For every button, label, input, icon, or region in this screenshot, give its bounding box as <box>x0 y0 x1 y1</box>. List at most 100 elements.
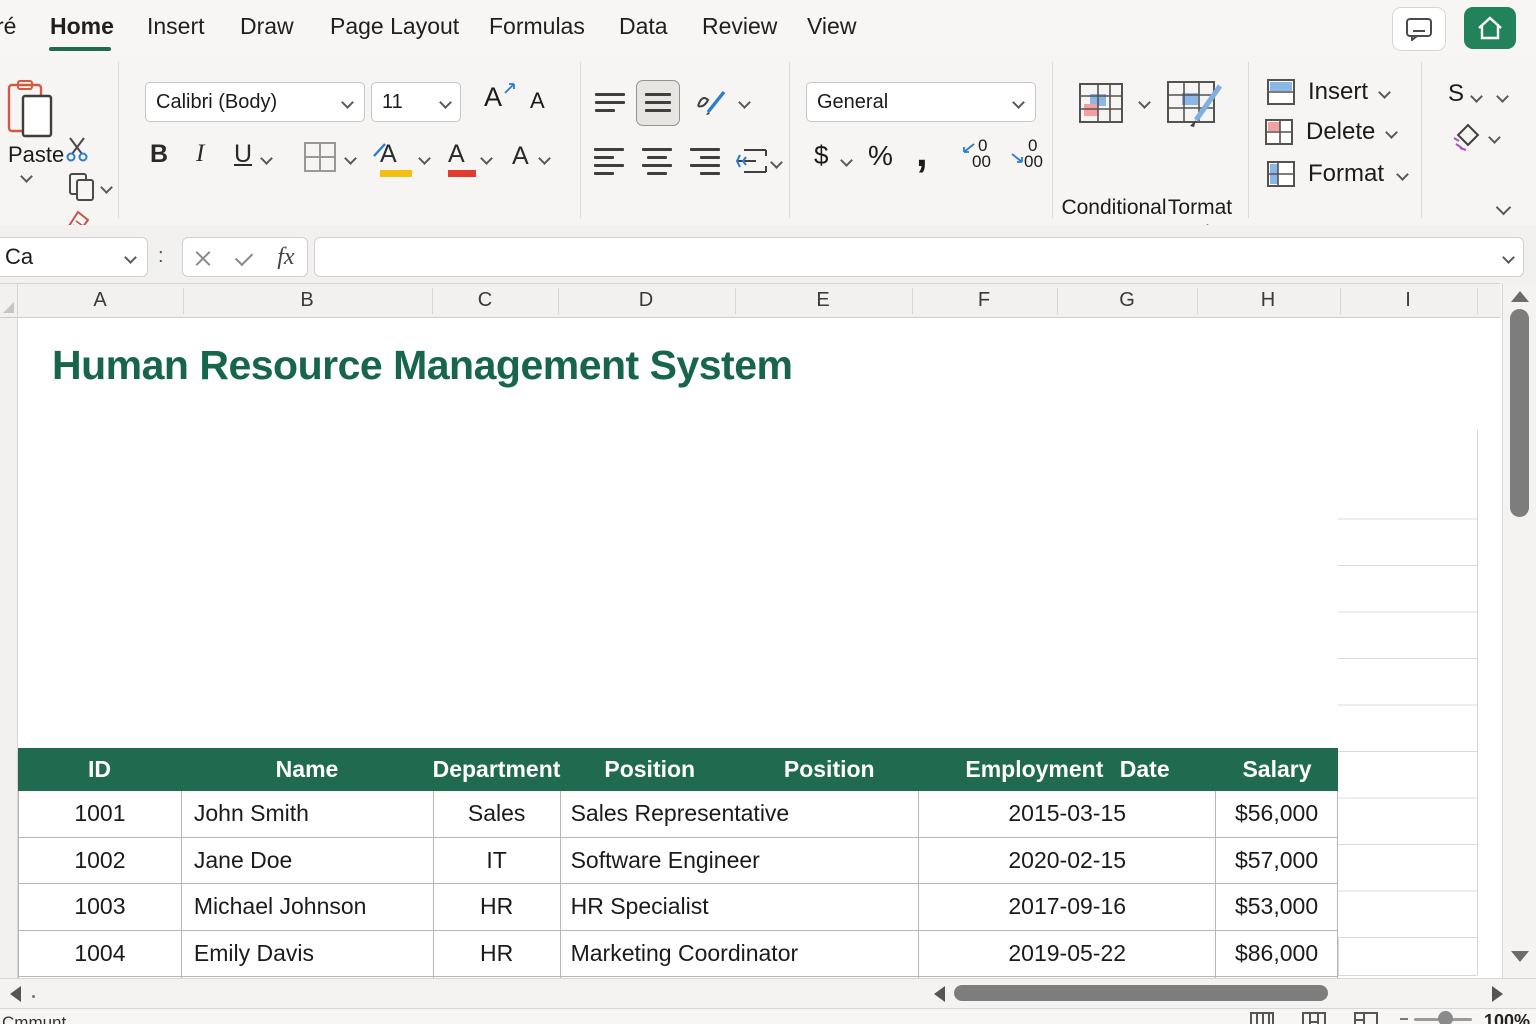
row-header-strip[interactable] <box>0 318 18 978</box>
cell-salary[interactable]: $53,000 <box>1216 884 1338 931</box>
borders-chevron[interactable] <box>344 152 357 165</box>
tab-review[interactable]: Review <box>702 13 777 40</box>
percent-button[interactable]: % <box>868 140 893 172</box>
top-align-icon[interactable] <box>594 92 628 116</box>
horizontal-scroll-thumb[interactable] <box>954 985 1328 1001</box>
orientation-icon[interactable] <box>694 84 728 118</box>
insert-cells-button[interactable]: Insert <box>1266 78 1391 106</box>
cell-name[interactable]: John Smith <box>181 791 434 838</box>
italic-button[interactable]: I <box>196 140 204 168</box>
cell-employment-date[interactable]: 2019-05-22 <box>919 930 1217 977</box>
column-header-c[interactable]: C <box>478 289 492 312</box>
font-color2-chevron[interactable] <box>538 152 551 165</box>
header-id[interactable]: ID <box>18 756 181 783</box>
font-color-chevron[interactable] <box>480 152 493 165</box>
cell-salary[interactable]: $86,000 <box>1216 930 1338 977</box>
align-left-icon[interactable] <box>594 148 628 176</box>
cell-department[interactable]: HR <box>433 884 561 931</box>
tab-page-layout[interactable]: Page Layout <box>330 13 459 40</box>
middle-align-button-selected[interactable] <box>636 80 680 126</box>
cell-employment-date[interactable]: 2020-02-15 <box>919 837 1217 884</box>
autosum-chevron[interactable] <box>1470 90 1483 103</box>
cell-name[interactable]: Emily Davis <box>181 930 434 977</box>
normal-view-icon[interactable] <box>1250 1012 1274 1024</box>
merge-center-icon[interactable] <box>736 146 770 176</box>
tab-formulas[interactable]: Formulas <box>489 13 585 40</box>
grow-font-button[interactable]: A <box>484 82 515 113</box>
zoom-slider-thumb[interactable] <box>1438 1011 1453 1024</box>
align-right-icon[interactable] <box>690 148 724 176</box>
header-name[interactable]: Name <box>181 756 433 783</box>
tab-draw[interactable]: Draw <box>240 13 294 40</box>
merge-chevron[interactable] <box>770 156 783 169</box>
tab-home[interactable]: Home <box>50 13 114 40</box>
borders-button-icon[interactable] <box>304 142 336 172</box>
header-position-1[interactable]: Position <box>560 756 740 783</box>
column-header-h[interactable]: H <box>1261 289 1275 312</box>
currency-chevron[interactable] <box>840 154 853 167</box>
cell-department[interactable]: IT <box>433 837 561 884</box>
column-header-b[interactable]: B <box>300 289 313 312</box>
column-header-d[interactable]: D <box>639 289 653 312</box>
name-box[interactable]: Ca <box>0 237 148 277</box>
sheet-tab-label[interactable]: Cmmunt <box>2 1013 66 1024</box>
page-layout-view-icon[interactable] <box>1302 1012 1326 1024</box>
delete-cells-button[interactable]: Delete <box>1264 118 1399 146</box>
scroll-down-arrow[interactable] <box>1511 951 1529 962</box>
cell-salary[interactable]: $57,000 <box>1216 837 1338 884</box>
underline-chevron[interactable] <box>260 152 273 165</box>
editing-chevron[interactable] <box>1496 90 1509 103</box>
conditional-formatting-button[interactable] <box>1076 82 1126 126</box>
increase-decimal-button[interactable]: 0 00 <box>962 136 1002 174</box>
ribbon-collapse-chevron[interactable] <box>1495 199 1512 216</box>
sheet-nav-left-arrow[interactable] <box>10 986 21 1002</box>
shrink-font-button[interactable]: A <box>530 88 545 114</box>
header-position-2[interactable]: Position <box>740 756 920 783</box>
font-name-combo[interactable]: Calibri (Body) <box>145 82 365 122</box>
formula-input[interactable] <box>314 237 1524 277</box>
underline-button[interactable]: U <box>234 140 252 169</box>
format-cells-button[interactable]: Format <box>1266 160 1409 188</box>
column-header-g[interactable]: G <box>1119 289 1135 312</box>
header-department[interactable]: Department <box>433 756 561 783</box>
comments-button[interactable] <box>1392 7 1446 51</box>
cell-name[interactable]: Michael Johnson <box>181 884 434 931</box>
cell-position[interactable]: Software Engineer <box>560 837 920 884</box>
zoom-level[interactable]: 100% <box>1484 1011 1530 1024</box>
tab-insert[interactable]: Insert <box>147 13 205 40</box>
scroll-up-arrow[interactable] <box>1511 291 1529 302</box>
decrease-decimal-button[interactable]: 0 00 <box>1010 136 1050 174</box>
cell-salary[interactable]: $56,000 <box>1216 791 1338 838</box>
cell-employment-date[interactable]: 2015-03-15 <box>919 791 1217 838</box>
cell-name[interactable]: Jane Doe <box>181 837 434 884</box>
share-button[interactable] <box>1464 7 1516 49</box>
cell-id[interactable]: 1004 <box>19 930 182 977</box>
select-all-corner[interactable] <box>0 284 18 317</box>
tab-partial[interactable]: ré <box>0 13 16 40</box>
cell-id[interactable]: 1001 <box>19 791 182 838</box>
zoom-out-button[interactable] <box>1400 1018 1408 1020</box>
clear-button[interactable] <box>1452 122 1501 152</box>
align-center-icon[interactable] <box>642 148 676 176</box>
cell-position[interactable]: HR Specialist <box>560 884 920 931</box>
column-header-a[interactable]: A <box>93 289 106 312</box>
sheet-title-cell[interactable]: Human Resource Management System <box>52 342 793 389</box>
highlight-color-button[interactable]: A <box>373 140 412 177</box>
cut-button[interactable] <box>64 136 90 162</box>
insert-function-button[interactable]: fx <box>277 244 294 271</box>
highlight-chevron[interactable] <box>418 152 431 165</box>
tab-data[interactable]: Data <box>619 13 668 40</box>
font-color2-button[interactable]: A <box>512 142 529 171</box>
header-salary[interactable]: Salary <box>1216 756 1338 783</box>
font-size-combo[interactable]: 11 <box>371 82 461 122</box>
cell-position[interactable]: Sales Representative <box>560 791 920 838</box>
cancel-icon[interactable] <box>195 249 211 265</box>
copy-button[interactable] <box>68 172 113 202</box>
bold-button[interactable]: B <box>150 140 168 169</box>
vertical-scroll-thumb[interactable] <box>1510 309 1529 517</box>
tab-view[interactable]: View <box>807 13 856 40</box>
conditional-formatting-chevron[interactable] <box>1138 96 1151 109</box>
number-format-combo[interactable]: General <box>806 82 1036 122</box>
column-header-i[interactable]: I <box>1405 289 1411 312</box>
paste-button[interactable]: Paste <box>6 80 64 186</box>
